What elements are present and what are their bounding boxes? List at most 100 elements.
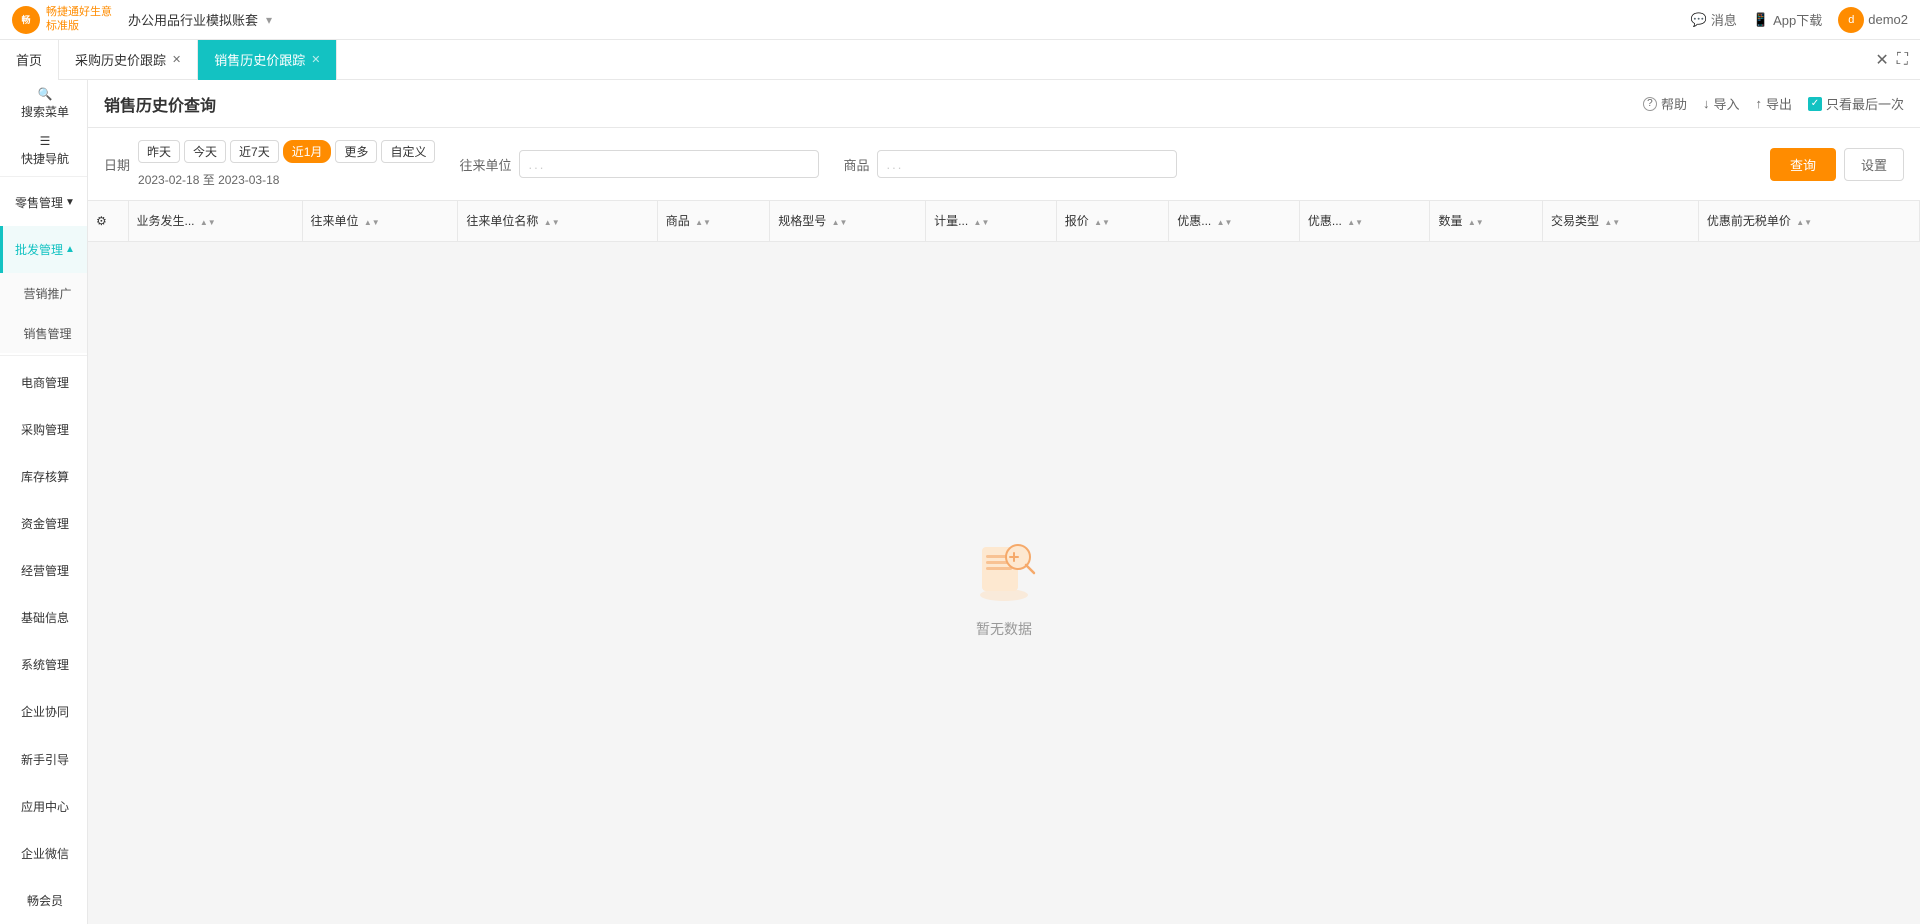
filter-row: 日期 昨天 今天 近7天 近1月 更多 自定义 2023-02-18 至 202… [104,140,1904,188]
sidebar-item-app-center[interactable]: 应用中心 [0,783,87,830]
table-header-row: ⚙ 业务发生... ▲▼ 往来单位 ▲▼ 往来单位名称 [88,201,1920,241]
empty-state: 暂无数据 [88,242,1920,924]
from-unit-filter-item: 往来单位 ... [459,150,819,178]
col-partner-header[interactable]: 往来单位 ▲▼ [302,201,458,241]
col-discount2-header[interactable]: 优惠... ▲▼ [1299,201,1430,241]
sort-icon-2: ▲▼ [364,218,380,227]
col-pretax-price-header[interactable]: 优惠前无税单价 ▲▼ [1698,201,1919,241]
date-last7days-btn[interactable]: 近7天 [230,140,279,163]
search-icon: 🔍 [38,87,53,101]
sort-icon-6: ▲▼ [974,218,990,227]
sort-icon-5: ▲▼ [832,218,848,227]
query-button[interactable]: 查询 [1770,148,1836,181]
date-range-display: 2023-02-18 至 2023-03-18 [138,171,435,188]
date-buttons: 昨天 今天 近7天 近1月 更多 自定义 [138,140,435,163]
user-menu[interactable]: d demo2 [1838,7,1908,33]
help-button[interactable]: ? 帮助 [1643,94,1687,113]
gear-icon: ⚙ [96,214,107,228]
table-header: ⚙ 业务发生... ▲▼ 往来单位 ▲▼ 往来单位名称 [88,201,1920,241]
col-discount1-header[interactable]: 优惠... ▲▼ [1169,201,1300,241]
data-table: ⚙ 业务发生... ▲▼ 往来单位 ▲▼ 往来单位名称 [88,201,1920,242]
sidebar-item-system-mgmt[interactable]: 系统管理 [0,641,87,688]
sidebar-item-search-menu[interactable]: 🔍 搜索菜单 [0,80,87,127]
page-title: 销售历史价查询 [104,92,216,116]
col-product-header[interactable]: 商品 ▲▼ [657,201,770,241]
table-scroll: ⚙ 业务发生... ▲▼ 往来单位 ▲▼ 往来单位名称 [88,201,1920,242]
product-input[interactable]: ... [877,150,1177,178]
tab-purchase-history-close[interactable]: ✕ [172,53,181,66]
sidebar-item-finance-mgmt[interactable]: 资金管理 [0,500,87,547]
sort-icon: ▲▼ [200,218,216,227]
tabbar: 首页 采购历史价跟踪 ✕ 销售历史价跟踪 ✕ ✕ ⛶ [0,40,1920,80]
product-dots: ... [886,157,903,172]
product-label: 商品 [843,155,869,174]
wholesale-submenu: 营销推广 销售管理 [0,273,87,353]
sidebar-item-marketing[interactable]: 营销推广 [0,273,87,313]
sidebar-item-operations-mgmt[interactable]: 经营管理 [0,547,87,594]
date-custom-btn[interactable]: 自定义 [381,140,435,163]
from-unit-input[interactable]: ... [519,150,819,178]
app-download-icon: 📱 [1753,12,1769,28]
expand-button[interactable]: ⛶ [1897,51,1908,69]
sidebar-item-inventory-calc[interactable]: 库存核算 [0,453,87,500]
divider-1 [0,176,87,177]
settings-button[interactable]: 设置 [1844,148,1904,181]
tabbar-actions: ✕ ⛶ [1875,50,1920,70]
col-partner-name-header[interactable]: 往来单位名称 ▲▼ [458,201,657,241]
chevron-down-icon: ▼ [65,197,75,208]
sidebar-item-enterprise-wechat[interactable]: 企业微信 [0,830,87,877]
last-record-checkbox[interactable]: ✓ 只看最后一次 [1808,94,1904,113]
col-business-date-header[interactable]: 业务发生... ▲▼ [128,201,302,241]
help-icon: ? [1643,97,1657,111]
message-icon: 💬 [1691,12,1707,28]
import-button[interactable]: ↓ 导入 [1703,94,1740,113]
chevron-up-icon: ▲ [65,244,75,255]
sort-icon-4: ▲▼ [695,218,711,227]
col-gear-header[interactable]: ⚙ [88,201,128,241]
export-button[interactable]: ↑ 导出 [1755,94,1792,113]
col-quantity-header[interactable]: 数量 ▲▼ [1430,201,1543,241]
col-spec-header[interactable]: 规格型号 ▲▼ [770,201,926,241]
message-button[interactable]: 💬 消息 [1691,10,1737,29]
date-last1month-btn[interactable]: 近1月 [283,140,332,163]
from-unit-dots: ... [528,157,545,172]
from-unit-label: 往来单位 [459,155,511,174]
tab-sales-history[interactable]: 销售历史价跟踪 ✕ [198,40,337,80]
sort-icon-7: ▲▼ [1094,218,1110,227]
date-today-btn[interactable]: 今天 [184,140,226,163]
tab-sales-history-close[interactable]: ✕ [311,53,320,66]
col-quote-header[interactable]: 报价 ▲▼ [1056,201,1169,241]
sidebar-item-sales-mgmt[interactable]: 销售管理 [0,313,87,353]
close-all-tabs-button[interactable]: ✕ [1875,50,1888,70]
topbar: 畅 畅捷通好生意 标准版 办公用品行业模拟账套 ▾ 💬 消息 📱 App下载 d… [0,0,1920,40]
sidebar-item-retail-mgmt[interactable]: 零售管理 ▼ [0,179,87,226]
nav-icon: ☰ [40,134,51,148]
filter-bar: 日期 昨天 今天 近7天 近1月 更多 自定义 2023-02-18 至 202… [88,128,1920,201]
logo-icon: 畅 [12,6,40,34]
col-unit-header[interactable]: 计量... ▲▼ [926,201,1057,241]
page-header: 销售历史价查询 ? 帮助 ↓ 导入 ↑ 导出 ✓ 只看最后一次 [88,80,1920,128]
topbar-dropdown-icon[interactable]: ▾ [266,13,272,27]
sidebar-item-ecommerce-mgmt[interactable]: 电商管理 [0,358,87,405]
tab-home[interactable]: 首页 [0,40,59,80]
col-transaction-type-header[interactable]: 交易类型 ▲▼ [1542,201,1698,241]
date-filter-item: 日期 昨天 今天 近7天 近1月 更多 自定义 2023-02-18 至 202… [104,140,435,188]
main-layout: 🔍 搜索菜单 ☰ 快捷导航 零售管理 ▼ 批发管理 ▲ 营销推广 销售管理 电商… [0,80,1920,924]
tab-purchase-history[interactable]: 采购历史价跟踪 ✕ [59,40,198,80]
empty-text: 暂无数据 [976,619,1032,639]
sidebar-item-wholesale-mgmt[interactable]: 批发管理 ▲ [0,226,87,273]
filter-actions: 查询 设置 [1770,148,1904,181]
sidebar-item-membership[interactable]: 畅会员 [0,877,87,924]
page-header-actions: ? 帮助 ↓ 导入 ↑ 导出 ✓ 只看最后一次 [1643,94,1904,113]
topbar-left: 畅 畅捷通好生意 标准版 办公用品行业模拟账套 ▾ [12,6,272,34]
date-yesterday-btn[interactable]: 昨天 [138,140,180,163]
product-filter-item: 商品 ... [843,150,1177,178]
sidebar-item-beginner-guide[interactable]: 新手引导 [0,735,87,782]
table-wrapper: ⚙ 业务发生... ▲▼ 往来单位 ▲▼ 往来单位名称 [88,201,1920,924]
sidebar-item-basic-info[interactable]: 基础信息 [0,594,87,641]
sidebar-item-enterprise-collab[interactable]: 企业协同 [0,688,87,735]
sidebar-item-purchase-mgmt[interactable]: 采购管理 [0,406,87,453]
app-download-button[interactable]: 📱 App下载 [1753,10,1822,29]
date-more-btn[interactable]: 更多 [335,140,377,163]
sidebar-item-quick-nav[interactable]: ☰ 快捷导航 [0,127,87,174]
